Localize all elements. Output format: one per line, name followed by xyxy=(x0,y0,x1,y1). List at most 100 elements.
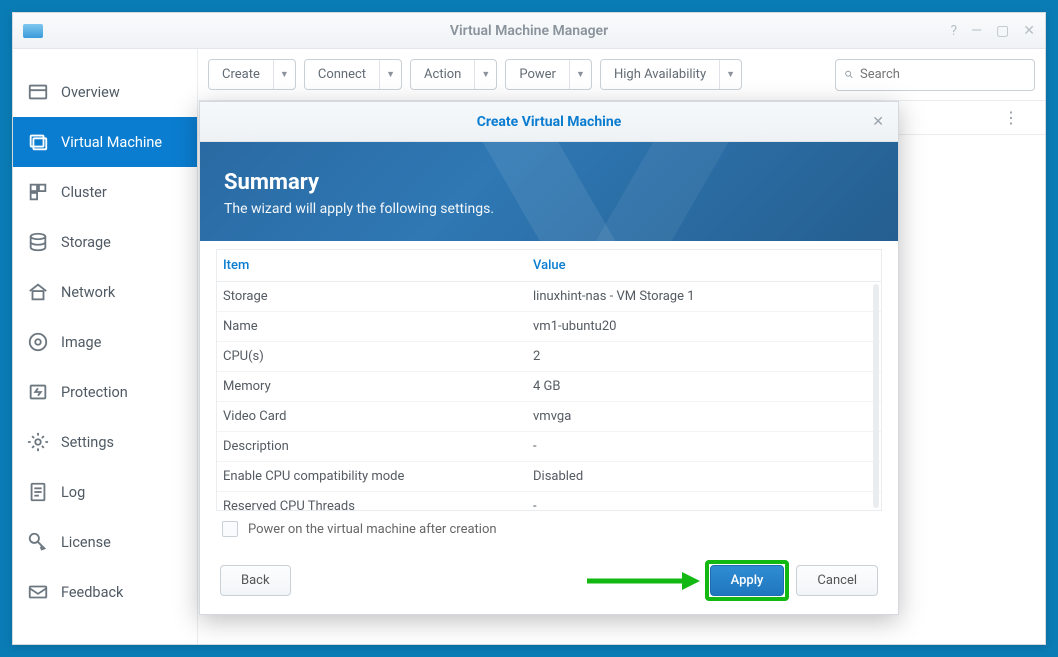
settings-icon xyxy=(27,431,49,453)
license-icon xyxy=(27,531,49,553)
sidebar-item-overview[interactable]: Overview xyxy=(13,67,197,117)
table-row: Description- xyxy=(217,432,881,462)
app-title: Virtual Machine Manager xyxy=(13,23,1045,39)
log-icon xyxy=(27,481,49,503)
apply-highlight: Apply xyxy=(710,565,785,596)
app-icon xyxy=(23,24,43,38)
sidebar: Overview Virtual Machine Cluster Storage… xyxy=(13,49,198,644)
storage-icon xyxy=(27,231,49,253)
search-input[interactable] xyxy=(860,67,1026,82)
titlebar: Virtual Machine Manager ? — ▢ ✕ xyxy=(13,13,1045,49)
row-item: Reserved CPU Threads xyxy=(223,499,533,511)
action-caret[interactable]: ▼ xyxy=(474,60,496,89)
sidebar-item-label: Feedback xyxy=(61,584,123,601)
sidebar-item-label: Storage xyxy=(61,234,111,251)
sidebar-item-label: License xyxy=(61,534,111,551)
sidebar-item-network[interactable]: Network xyxy=(13,267,197,317)
row-item: Name xyxy=(223,319,533,334)
maximize-icon[interactable]: ▢ xyxy=(996,23,1009,39)
row-item: Enable CPU compatibility mode xyxy=(223,469,533,484)
apply-button[interactable]: Apply xyxy=(710,565,785,596)
sidebar-item-protection[interactable]: Protection xyxy=(13,367,197,417)
sidebar-item-log[interactable]: Log xyxy=(13,467,197,517)
connect-button[interactable]: Connect xyxy=(305,60,379,89)
table-row: Namevm1-ubuntu20 xyxy=(217,312,881,342)
sidebar-item-license[interactable]: License xyxy=(13,517,197,567)
image-icon xyxy=(27,331,49,353)
search-icon xyxy=(844,67,854,82)
protection-icon xyxy=(27,381,49,403)
scrollbar[interactable] xyxy=(873,284,879,508)
row-value: Disabled xyxy=(533,469,875,484)
power-on-label: Power on the virtual machine after creat… xyxy=(248,522,497,537)
sidebar-item-label: Virtual Machine xyxy=(61,134,162,151)
table-row: Enable CPU compatibility modeDisabled xyxy=(217,462,881,492)
power-caret[interactable]: ▼ xyxy=(569,60,591,89)
sidebar-item-label: Protection xyxy=(61,384,128,401)
annotation-arrow xyxy=(582,566,702,596)
power-on-row: Power on the virtual machine after creat… xyxy=(200,515,898,551)
toolbar: Create ▼ Connect ▼ Action ▼ Power ▼ High… xyxy=(198,49,1045,101)
row-value: linuxhint-nas - VM Storage 1 xyxy=(533,289,875,304)
cluster-icon xyxy=(27,181,49,203)
table-row: Reserved CPU Threads- xyxy=(217,492,881,511)
row-item: Storage xyxy=(223,289,533,304)
help-icon[interactable]: ? xyxy=(950,23,957,39)
table-row: CPU(s)2 xyxy=(217,342,881,372)
sidebar-item-settings[interactable]: Settings xyxy=(13,417,197,467)
column-menu-icon[interactable]: ⋮ xyxy=(997,108,1025,127)
dialog-close-icon[interactable]: ✕ xyxy=(872,114,884,130)
high-availability-button[interactable]: High Availability xyxy=(601,60,719,89)
ha-caret[interactable]: ▼ xyxy=(719,60,741,89)
dialog-banner: Summary The wizard will apply the follow… xyxy=(200,142,898,241)
table-row: Video Cardvmvga xyxy=(217,402,881,432)
col-value-header: Value xyxy=(533,258,875,273)
row-value: 4 GB xyxy=(533,379,875,394)
row-item: Description xyxy=(223,439,533,454)
action-button[interactable]: Action xyxy=(411,60,474,89)
sidebar-item-virtual-machine[interactable]: Virtual Machine xyxy=(13,117,197,167)
dialog-overlay: Create Virtual Machine ✕ Summary The wiz… xyxy=(199,101,885,620)
row-item: Memory xyxy=(223,379,533,394)
dialog-titlebar: Create Virtual Machine ✕ xyxy=(200,102,898,142)
network-icon xyxy=(27,281,49,303)
sidebar-item-label: Overview xyxy=(61,84,120,101)
summary-table-body: Storagelinuxhint-nas - VM Storage 1Namev… xyxy=(216,281,882,511)
search-wrap[interactable] xyxy=(835,59,1035,91)
row-item: CPU(s) xyxy=(223,349,533,364)
cancel-button[interactable]: Cancel xyxy=(796,565,878,596)
row-value: vmvga xyxy=(533,409,875,424)
app-window: Virtual Machine Manager ? — ▢ ✕ Overview… xyxy=(12,12,1046,645)
close-icon[interactable]: ✕ xyxy=(1023,23,1035,39)
sidebar-item-label: Cluster xyxy=(61,184,107,201)
sidebar-item-label: Log xyxy=(61,484,85,501)
power-on-checkbox[interactable] xyxy=(222,521,238,537)
power-button[interactable]: Power xyxy=(506,60,569,89)
row-value: 2 xyxy=(533,349,875,364)
summary-table-head: Item Value xyxy=(216,249,882,281)
row-item: Video Card xyxy=(223,409,533,424)
table-row: Storagelinuxhint-nas - VM Storage 1 xyxy=(217,282,881,312)
sidebar-item-label: Settings xyxy=(61,434,114,451)
dialog-title: Create Virtual Machine xyxy=(477,114,622,130)
sidebar-item-label: Network xyxy=(61,284,115,301)
sidebar-item-label: Image xyxy=(61,334,101,351)
dialog-footer: Back Apply Cancel xyxy=(200,551,898,614)
row-value: - xyxy=(533,499,875,511)
sidebar-item-cluster[interactable]: Cluster xyxy=(13,167,197,217)
sidebar-item-image[interactable]: Image xyxy=(13,317,197,367)
row-value: - xyxy=(533,439,875,454)
create-button[interactable]: Create xyxy=(209,60,273,89)
sidebar-item-storage[interactable]: Storage xyxy=(13,217,197,267)
connect-caret[interactable]: ▼ xyxy=(379,60,401,89)
banner-subtitle: The wizard will apply the following sett… xyxy=(224,201,874,217)
banner-title: Summary xyxy=(224,170,874,195)
row-value: vm1-ubuntu20 xyxy=(533,319,875,334)
back-button[interactable]: Back xyxy=(220,565,291,596)
minimize-icon[interactable]: — xyxy=(971,23,982,39)
overview-icon xyxy=(27,81,49,103)
summary-table: Item Value Storagelinuxhint-nas - VM Sto… xyxy=(200,241,898,515)
sidebar-item-feedback[interactable]: Feedback xyxy=(13,567,197,617)
create-caret[interactable]: ▼ xyxy=(273,60,295,89)
vm-icon xyxy=(27,131,49,153)
